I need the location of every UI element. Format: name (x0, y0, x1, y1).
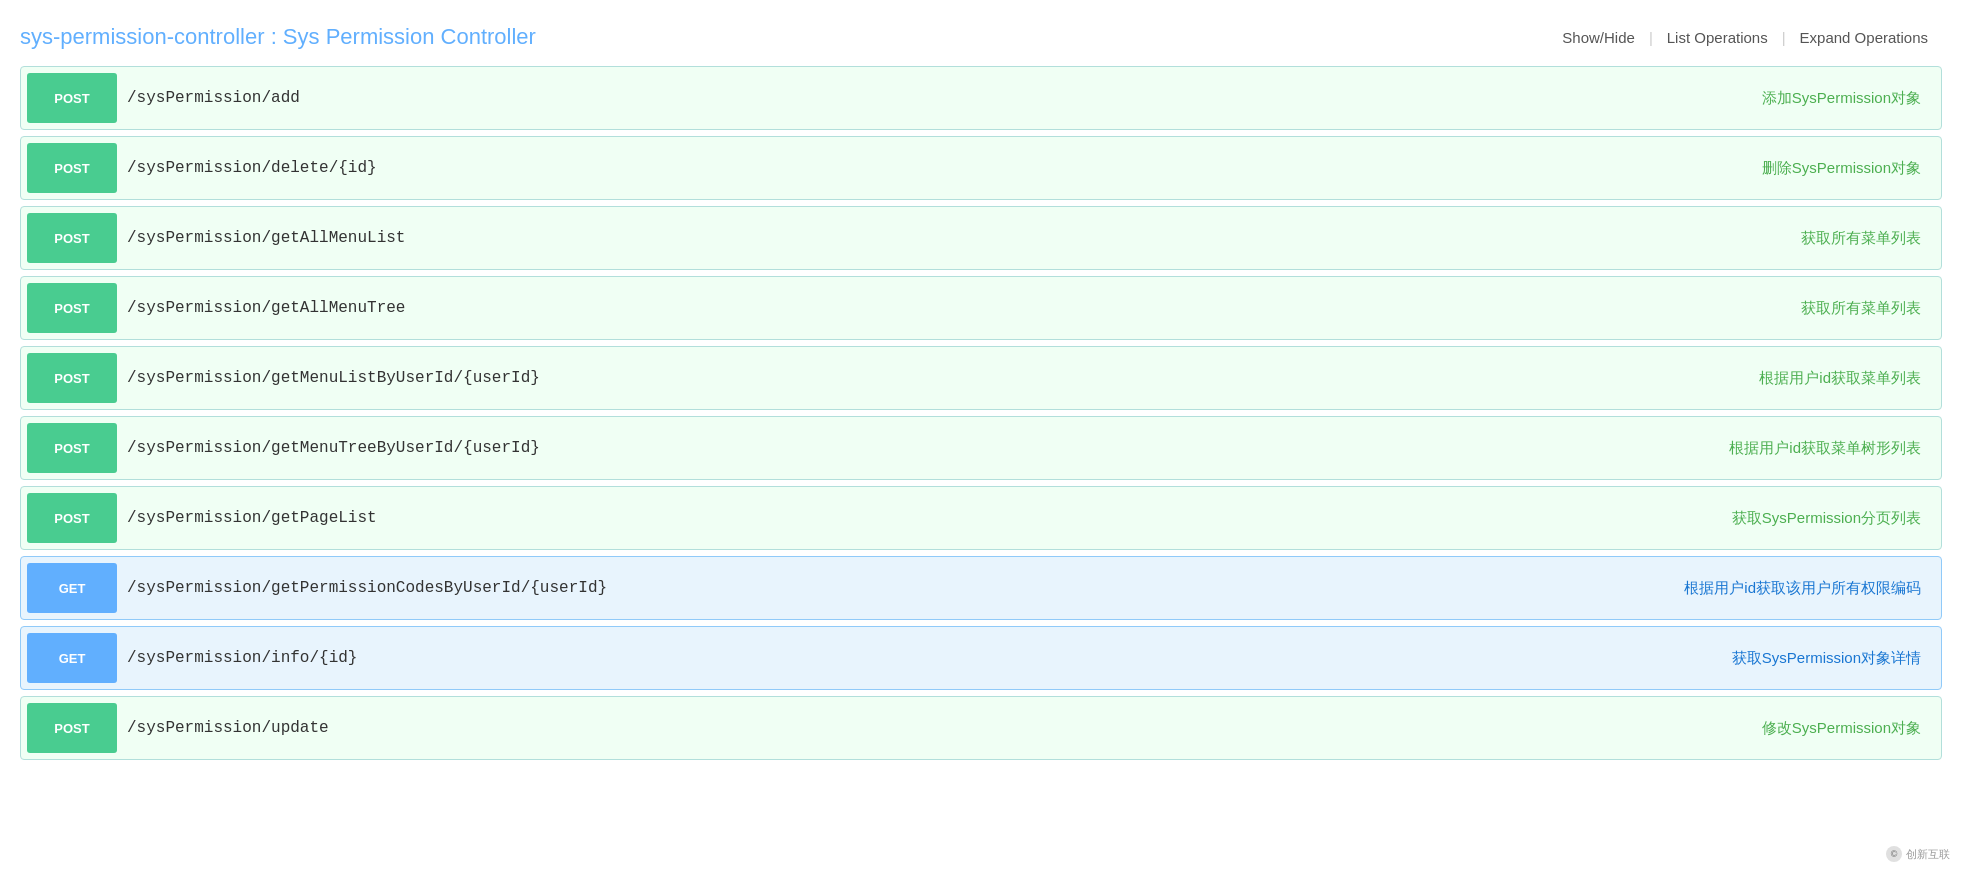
method-badge: GET (27, 563, 117, 613)
method-badge: POST (27, 143, 117, 193)
operation-description: 获取所有菜单列表 (1641, 229, 1941, 248)
operation-row[interactable]: POST/sysPermission/update修改SysPermission… (20, 696, 1942, 760)
expand-operations-button[interactable]: Expand Operations (1786, 29, 1942, 46)
operation-row[interactable]: GET/sysPermission/info/{id}获取SysPermissi… (20, 626, 1942, 690)
operations-list: POST/sysPermission/add添加SysPermission对象P… (20, 66, 1942, 760)
operation-description: 根据用户id获取该用户所有权限编码 (1641, 579, 1941, 598)
operation-description: 删除SysPermission对象 (1641, 159, 1941, 178)
operation-path: /sysPermission/info/{id} (127, 641, 1641, 675)
controller-title: sys-permission-controller : Sys Permissi… (20, 24, 536, 50)
method-badge: POST (27, 73, 117, 123)
operation-description: 根据用户id获取菜单树形列表 (1641, 439, 1941, 458)
page-header: sys-permission-controller : Sys Permissi… (20, 16, 1942, 66)
operation-path: /sysPermission/getMenuListByUserId/{user… (127, 361, 1641, 395)
method-badge: POST (27, 703, 117, 753)
method-badge: POST (27, 213, 117, 263)
method-badge: GET (27, 633, 117, 683)
operation-path: /sysPermission/getPermissionCodesByUserI… (127, 571, 1641, 605)
operation-description: 修改SysPermission对象 (1641, 719, 1941, 738)
header-controls: Show/Hide | List Operations | Expand Ope… (1548, 29, 1942, 46)
operation-path: /sysPermission/update (127, 711, 1641, 745)
operation-row[interactable]: POST/sysPermission/getMenuListByUserId/{… (20, 346, 1942, 410)
operation-path: /sysPermission/delete/{id} (127, 151, 1641, 185)
operation-row[interactable]: POST/sysPermission/getPageList获取SysPermi… (20, 486, 1942, 550)
operation-row[interactable]: POST/sysPermission/getAllMenuTree获取所有菜单列… (20, 276, 1942, 340)
operation-path: /sysPermission/getAllMenuTree (127, 291, 1641, 325)
operation-row[interactable]: POST/sysPermission/delete/{id}删除SysPermi… (20, 136, 1942, 200)
operation-row[interactable]: POST/sysPermission/getAllMenuList获取所有菜单列… (20, 206, 1942, 270)
list-operations-button[interactable]: List Operations (1653, 29, 1782, 46)
operation-path: /sysPermission/getAllMenuList (127, 221, 1641, 255)
brand-icon: © (1886, 846, 1902, 862)
operation-description: 添加SysPermission对象 (1641, 89, 1941, 108)
operation-path: /sysPermission/getMenuTreeByUserId/{user… (127, 431, 1641, 465)
operation-path: /sysPermission/add (127, 81, 1641, 115)
brand-label: 创新互联 (1906, 847, 1950, 862)
operation-path: /sysPermission/getPageList (127, 501, 1641, 535)
method-badge: POST (27, 353, 117, 403)
operation-description: 获取SysPermission分页列表 (1641, 509, 1941, 528)
operation-description: 根据用户id获取菜单列表 (1641, 369, 1941, 388)
footer-brand: © 创新互联 (1886, 846, 1950, 862)
method-badge: POST (27, 493, 117, 543)
show-hide-button[interactable]: Show/Hide (1548, 29, 1649, 46)
operation-row[interactable]: POST/sysPermission/add添加SysPermission对象 (20, 66, 1942, 130)
controller-subtitle: Sys Permission Controller (283, 24, 536, 49)
operation-row[interactable]: GET/sysPermission/getPermissionCodesByUs… (20, 556, 1942, 620)
title-separator: : (265, 24, 283, 49)
operation-row[interactable]: POST/sysPermission/getMenuTreeByUserId/{… (20, 416, 1942, 480)
controller-name-bold: sys-permission-controller (20, 24, 265, 49)
operation-description: 获取所有菜单列表 (1641, 299, 1941, 318)
method-badge: POST (27, 423, 117, 473)
method-badge: POST (27, 283, 117, 333)
operation-description: 获取SysPermission对象详情 (1641, 649, 1941, 668)
